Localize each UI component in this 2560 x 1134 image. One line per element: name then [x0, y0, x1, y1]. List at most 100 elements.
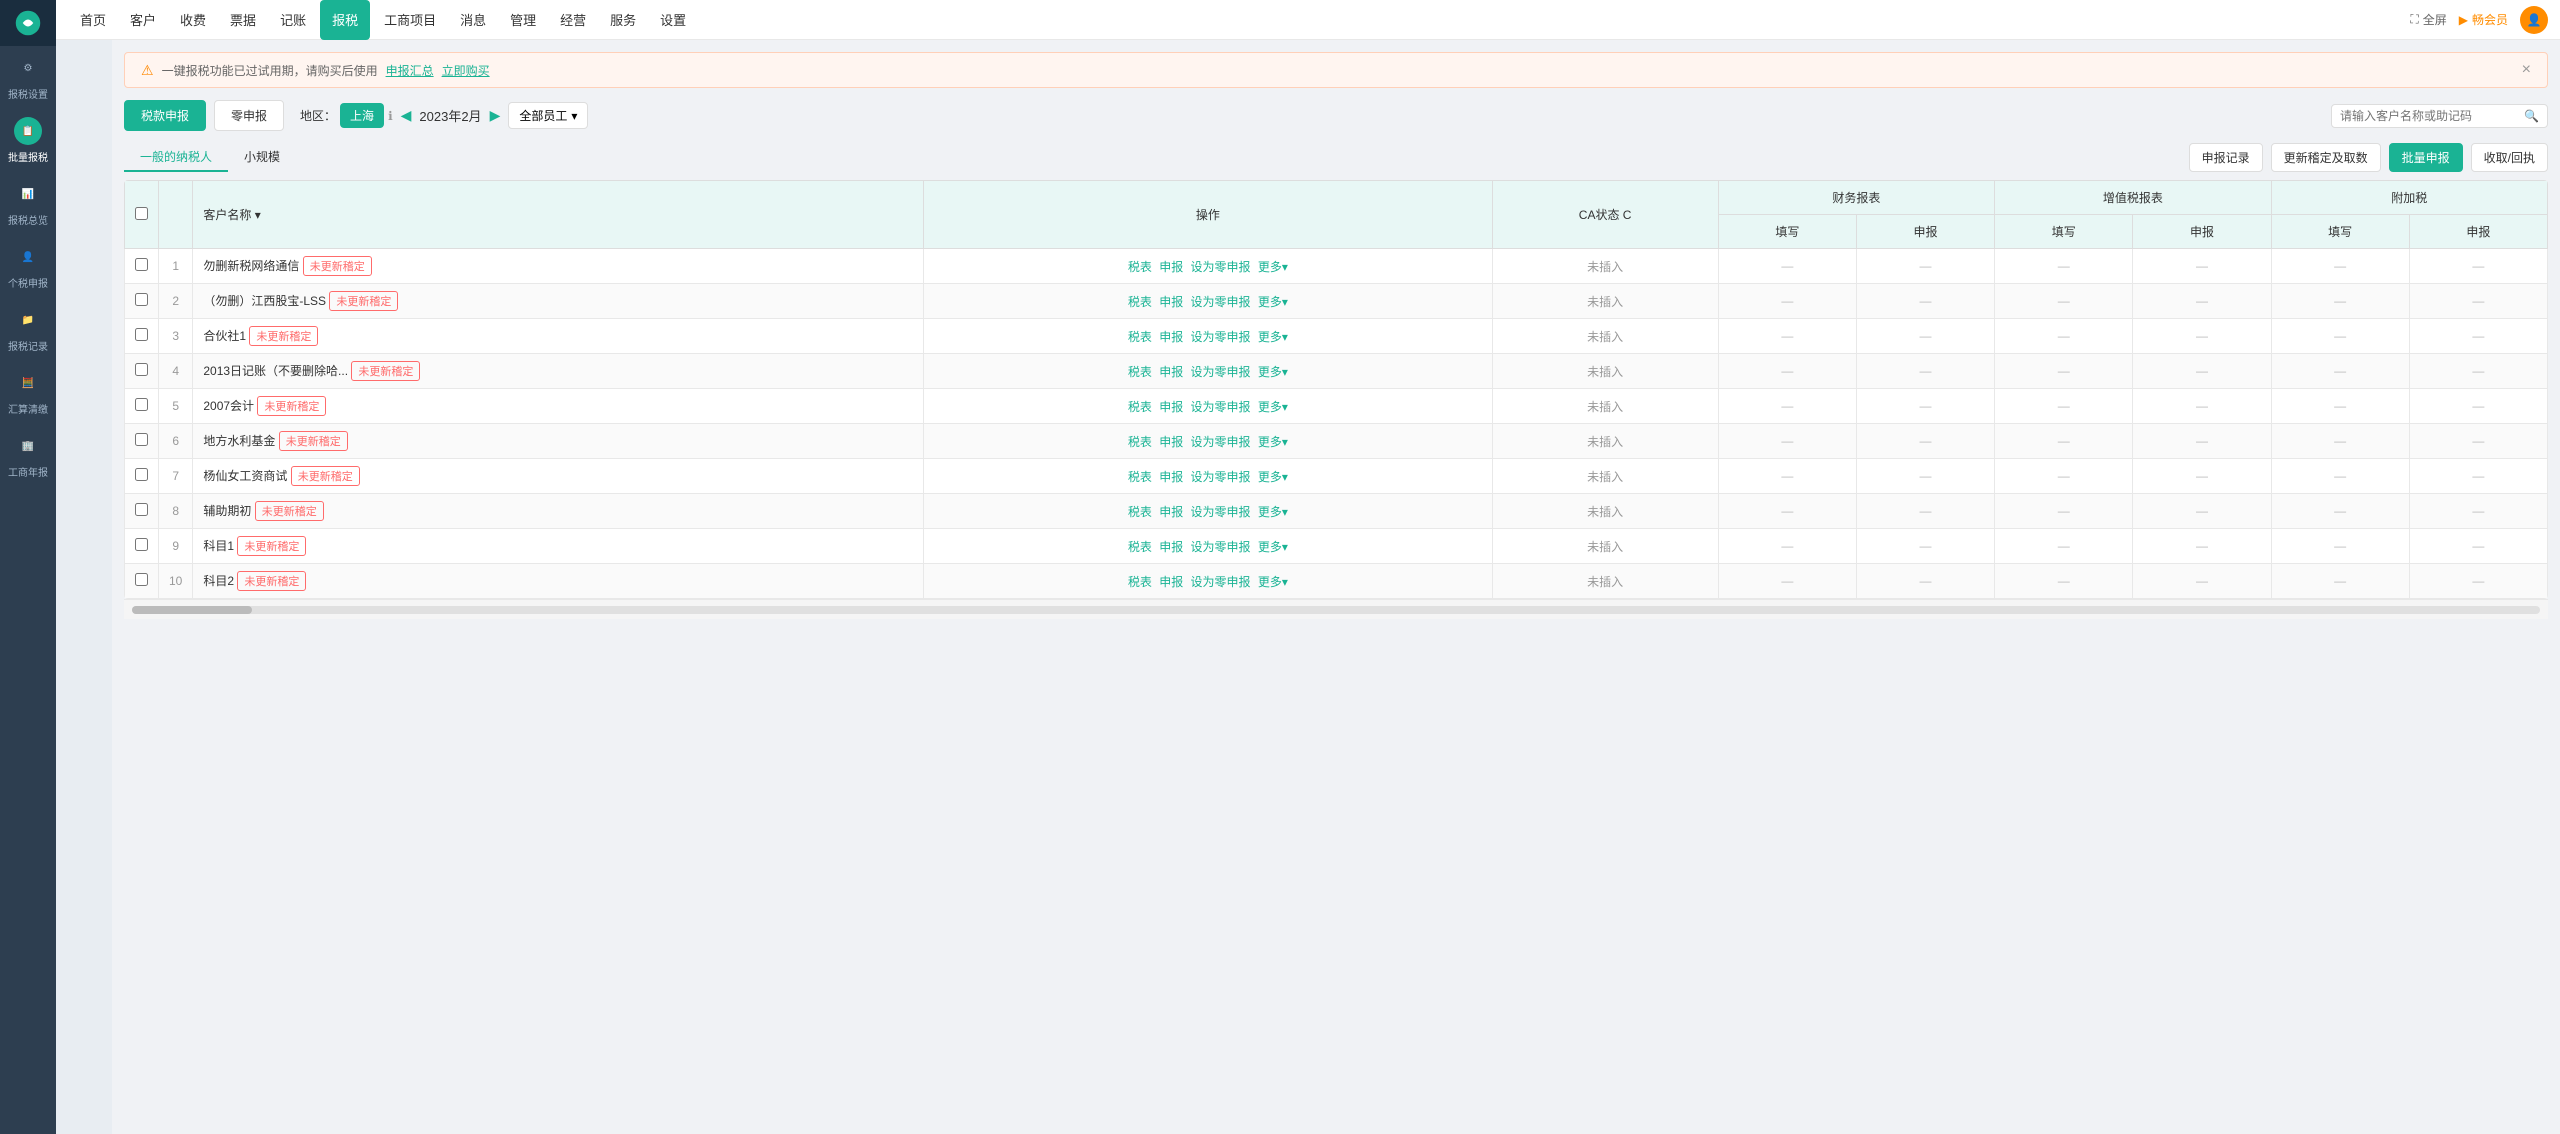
nav-message[interactable]: 消息 [448, 0, 498, 40]
op-more[interactable]: 更多▾ [1258, 575, 1288, 589]
sidebar-item-annual-calc[interactable]: 🧮 汇算清缴 [0, 361, 56, 424]
nav-home[interactable]: 首页 [68, 0, 118, 40]
op-tax-table[interactable]: 税表 [1128, 505, 1152, 519]
op-set-zero[interactable]: 设为零申报 [1191, 575, 1251, 589]
row-checkbox-7[interactable] [135, 503, 148, 516]
banner-close-button[interactable]: × [2522, 61, 2531, 79]
sidebar-item-personal-tax[interactable]: 👤 个税申报 [0, 235, 56, 298]
nav-accounting[interactable]: 记账 [268, 0, 318, 40]
op-apply[interactable]: 申报 [1159, 365, 1183, 379]
nav-service[interactable]: 服务 [598, 0, 648, 40]
row-checkbox-6[interactable] [135, 468, 148, 481]
row-extra-apply: — [2409, 389, 2547, 424]
op-set-zero[interactable]: 设为零申报 [1191, 470, 1251, 484]
op-set-zero[interactable]: 设为零申报 [1191, 435, 1251, 449]
op-tax-table[interactable]: 税表 [1128, 435, 1152, 449]
op-more[interactable]: 更多▾ [1258, 295, 1288, 309]
row-checkbox-2[interactable] [135, 328, 148, 341]
nav-operations[interactable]: 经营 [548, 0, 598, 40]
batch-apply-button[interactable]: 批量申报 [2389, 143, 2463, 172]
op-tax-table[interactable]: 税表 [1128, 260, 1152, 274]
row-finance-fill: — [1718, 284, 1856, 319]
banner-link-buy[interactable]: 立即购买 [442, 62, 490, 79]
op-tax-table[interactable]: 税表 [1128, 575, 1152, 589]
op-apply[interactable]: 申报 [1159, 470, 1183, 484]
row-checkbox-5[interactable] [135, 433, 148, 446]
horizontal-scrollbar[interactable] [124, 599, 2548, 619]
next-date-button[interactable]: ▶ [490, 107, 501, 124]
op-tax-table[interactable]: 税表 [1128, 470, 1152, 484]
op-apply[interactable]: 申报 [1159, 505, 1183, 519]
op-more[interactable]: 更多▾ [1258, 365, 1288, 379]
op-more[interactable]: 更多▾ [1258, 470, 1288, 484]
row-checkbox-3[interactable] [135, 363, 148, 376]
op-apply[interactable]: 申报 [1159, 540, 1183, 554]
op-tax-table[interactable]: 税表 [1128, 330, 1152, 344]
op-tax-table[interactable]: 税表 [1128, 365, 1152, 379]
sidebar-item-tax-settings[interactable]: ⚙ 报税设置 [0, 46, 56, 109]
op-more[interactable]: 更多▾ [1258, 330, 1288, 344]
row-checkbox-9[interactable] [135, 573, 148, 586]
nav-customer[interactable]: 客户 [118, 0, 168, 40]
op-apply[interactable]: 申报 [1159, 435, 1183, 449]
member-button[interactable]: ▶ 畅会员 [2459, 11, 2508, 28]
op-apply[interactable]: 申报 [1159, 400, 1183, 414]
tab-small-scale[interactable]: 小规模 [228, 143, 296, 172]
op-set-zero[interactable]: 设为零申报 [1191, 260, 1251, 274]
op-apply[interactable]: 申报 [1159, 330, 1183, 344]
row-checkbox-4[interactable] [135, 398, 148, 411]
op-set-zero[interactable]: 设为零申报 [1191, 400, 1251, 414]
update-confirm-button[interactable]: 更新稽定及取数 [2271, 143, 2381, 172]
scroll-thumb[interactable] [132, 606, 252, 614]
nav-billing[interactable]: 收费 [168, 0, 218, 40]
user-avatar[interactable]: 👤 [2520, 6, 2548, 34]
op-apply[interactable]: 申报 [1159, 575, 1183, 589]
sidebar-item-tax-records[interactable]: 📁 报税记录 [0, 298, 56, 361]
op-more[interactable]: 更多▾ [1258, 400, 1288, 414]
tab-zero-apply[interactable]: 零申报 [214, 100, 284, 131]
apply-record-button[interactable]: 申报记录 [2189, 143, 2263, 172]
op-more[interactable]: 更多▾ [1258, 435, 1288, 449]
fullscreen-button[interactable]: ⛶ 全屏 [2410, 11, 2446, 28]
sidebar-item-business-annual[interactable]: 🏢 工商年报 [0, 424, 56, 487]
op-more[interactable]: 更多▾ [1258, 260, 1288, 274]
op-set-zero[interactable]: 设为零申报 [1191, 540, 1251, 554]
nav-invoice[interactable]: 票据 [218, 0, 268, 40]
op-more[interactable]: 更多▾ [1258, 505, 1288, 519]
info-icon[interactable]: ℹ [388, 109, 393, 123]
banner-link-summary[interactable]: 申报汇总 [386, 62, 434, 79]
tab-tax-apply[interactable]: 税款申报 [124, 100, 206, 131]
op-tax-table[interactable]: 税表 [1128, 540, 1152, 554]
op-set-zero[interactable]: 设为零申报 [1191, 505, 1251, 519]
sidebar-item-batch-tax[interactable]: 📋 批量报税 [0, 109, 56, 172]
customer-name: 2007会计 [203, 399, 254, 413]
nav-settings[interactable]: 设置 [648, 0, 698, 40]
row-checkbox-8[interactable] [135, 538, 148, 551]
row-checkbox-0[interactable] [135, 258, 148, 271]
row-ca-status: 未插入 [1492, 564, 1718, 599]
tab-general-taxpayer[interactable]: 一般的纳税人 [124, 143, 228, 172]
op-more[interactable]: 更多▾ [1258, 540, 1288, 554]
staff-selector[interactable]: 全部员工 ▾ [508, 102, 588, 129]
sort-icon[interactable]: ▾ [255, 208, 261, 222]
nav-manage[interactable]: 管理 [498, 0, 548, 40]
sidebar-item-tax-overview[interactable]: 📊 报税总览 [0, 172, 56, 235]
row-num: 2 [159, 284, 193, 319]
op-tax-table[interactable]: 税表 [1128, 295, 1152, 309]
nav-tax[interactable]: 报税 [320, 0, 370, 40]
select-all-checkbox[interactable] [135, 207, 148, 220]
row-checkbox-1[interactable] [135, 293, 148, 306]
nav-business[interactable]: 工商项目 [372, 0, 448, 40]
chevron-down-icon: ▾ [571, 109, 577, 123]
op-apply[interactable]: 申报 [1159, 295, 1183, 309]
op-set-zero[interactable]: 设为零申报 [1191, 365, 1251, 379]
op-set-zero[interactable]: 设为零申报 [1191, 295, 1251, 309]
op-apply[interactable]: 申报 [1159, 260, 1183, 274]
prev-date-button[interactable]: ◀ [401, 107, 412, 124]
withdraw-button[interactable]: 收取/回执 [2471, 143, 2548, 172]
search-icon[interactable]: 🔍 [2524, 109, 2539, 123]
row-finance-apply: — [1856, 494, 1994, 529]
op-tax-table[interactable]: 税表 [1128, 400, 1152, 414]
op-set-zero[interactable]: 设为零申报 [1191, 330, 1251, 344]
search-input[interactable] [2340, 109, 2520, 123]
